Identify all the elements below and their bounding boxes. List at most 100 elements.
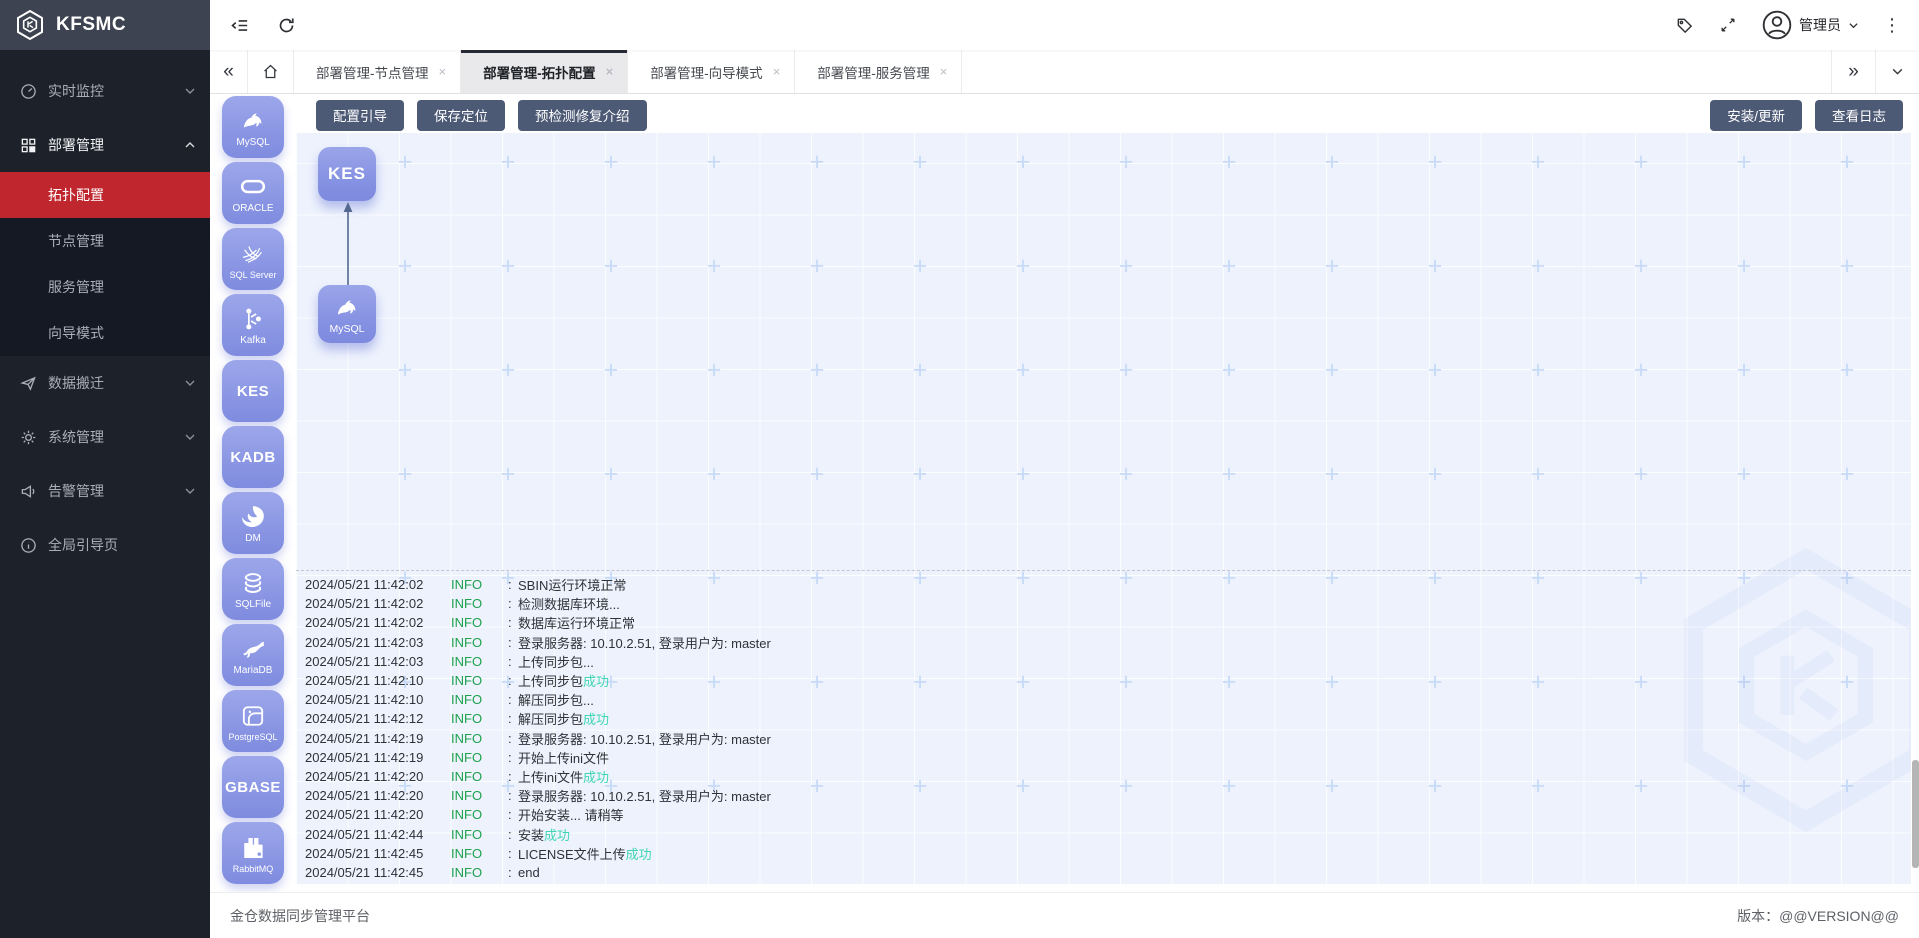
sidebar-item-5[interactable]: 全局引导页: [0, 518, 210, 572]
sidebar-item-0[interactable]: 实时监控: [0, 64, 210, 118]
sidebar-subitem-向导模式[interactable]: 向导模式: [0, 310, 210, 356]
grid-cross-icon: +: [500, 252, 516, 280]
palette-item-KADB[interactable]: KADB: [222, 426, 284, 488]
tabs-scroll-right-icon[interactable]: »: [1831, 50, 1875, 93]
kfsmc-hexagon-logo-icon: [17, 9, 43, 41]
tabbar: « 部署管理-节点管理 × 部署管理-拓扑配置 × 部署管理-向导模式 × 部署…: [210, 50, 1919, 94]
log-separator: :: [508, 749, 512, 765]
sidebar-item-4[interactable]: 告警管理: [0, 464, 210, 518]
install-log-panel[interactable]: 2024/05/21 11:42:02 INFO : SBIN运行环境正常 20…: [296, 570, 1911, 885]
no-icon: [184, 539, 196, 551]
log-time: 2024/05/21 11:42:02: [305, 596, 424, 612]
palette-item-GBASE[interactable]: GBASE: [222, 756, 284, 818]
node-label: MySQL: [329, 323, 365, 335]
sidebar-submenu: 拓扑配置 节点管理 服务管理 向导模式: [0, 172, 210, 356]
log-separator: :: [508, 634, 512, 650]
palette-item-ORACLE[interactable]: ORACLE: [222, 162, 284, 224]
log-level: INFO: [451, 577, 483, 593]
toolbar-left-group: 配置引导 保存定位 预检测修复介绍: [316, 99, 647, 131]
palette-item-MariaDB[interactable]: MariaDB: [222, 624, 284, 686]
toolbar-button-保存定位[interactable]: 保存定位: [417, 99, 505, 131]
grid-cross-icon: +: [1839, 252, 1855, 280]
toolbar-button-安装/更新[interactable]: 安装/更新: [1710, 99, 1802, 131]
info-circle-icon: [20, 537, 37, 554]
toolbar-button-配置引导[interactable]: 配置引导: [316, 99, 404, 131]
edge-mysql-to-kes[interactable]: [341, 201, 355, 285]
refresh-icon[interactable]: [276, 15, 296, 35]
log-message: 安装: [518, 827, 545, 843]
sidebar-item-1[interactable]: 部署管理: [0, 118, 210, 172]
log-row: 2024/05/21 11:42:12 INFO : 解压同步包 成功: [305, 709, 1911, 728]
grid-cross-icon: +: [1633, 148, 1649, 176]
log-row: 2024/05/21 11:42:20 INFO : 开始安装... 请稍等: [305, 805, 1911, 824]
palette-item-SQL Server[interactable]: SQL Server: [222, 228, 284, 290]
palette-item-Kafka[interactable]: Kafka: [222, 294, 284, 356]
toolbar-button-查看日志[interactable]: 查看日志: [1815, 99, 1903, 131]
deploy-grid-icon: [20, 137, 37, 154]
close-icon[interactable]: ×: [439, 64, 447, 79]
canvas-node-kes[interactable]: KES: [318, 147, 376, 201]
log-row: 2024/05/21 11:42:19 INFO : 登录服务器: 10.10.…: [305, 729, 1911, 748]
sidebar-item-3[interactable]: 系统管理: [0, 410, 210, 464]
chevron-down-icon: [184, 85, 196, 97]
log-row: 2024/05/21 11:42:03 INFO : 上传同步包...: [305, 652, 1911, 671]
log-success-word: 成功: [625, 846, 652, 862]
app-logo[interactable]: KFSMC: [0, 0, 210, 50]
more-options-icon[interactable]: ⋮: [1883, 16, 1901, 34]
grid-cross-icon: +: [912, 460, 928, 488]
log-time: 2024/05/21 11:42:02: [305, 615, 424, 631]
tab-部署管理-向导模式[interactable]: 部署管理-向导模式 ×: [628, 50, 796, 93]
palette-item-DM[interactable]: DM: [222, 492, 284, 554]
app-title: KFSMC: [56, 14, 127, 35]
palette-item-RabbitMQ[interactable]: RabbitMQ: [222, 822, 284, 884]
avatar: [1762, 10, 1792, 40]
grid-cross-icon: +: [603, 252, 619, 280]
log-level: INFO: [451, 615, 483, 631]
sidebar-collapse-icon[interactable]: [230, 15, 250, 35]
log-time: 2024/05/21 11:42:20: [305, 807, 424, 823]
sidebar-item-2[interactable]: 数据搬迁: [0, 356, 210, 410]
sidebar-nav: 实时监控 部署管理 拓扑配置 节点管理 服务管理 向导模式 数据搬迁 系统管理 …: [0, 50, 210, 572]
log-separator: :: [508, 768, 512, 784]
log-level: INFO: [451, 653, 483, 669]
canvas-node-mysql[interactable]: MySQL: [318, 285, 376, 343]
log-message: 数据库运行环境正常: [518, 616, 636, 632]
close-icon[interactable]: ×: [940, 64, 948, 79]
home-tab-icon[interactable]: [248, 50, 294, 93]
tabs-dropdown-icon[interactable]: [1875, 50, 1919, 93]
grid-cross-icon: +: [809, 356, 825, 384]
user-menu[interactable]: 管理员: [1762, 10, 1859, 40]
grid-cross-icon: +: [706, 460, 722, 488]
palette-item-SQLFile[interactable]: SQLFile: [222, 558, 284, 620]
palette-item-KES[interactable]: KES: [222, 360, 284, 422]
log-time: 2024/05/21 11:42:12: [305, 711, 424, 727]
grid-cross-icon: +: [603, 460, 619, 488]
sidebar-subitem-拓扑配置[interactable]: 拓扑配置: [0, 172, 210, 218]
oracle-icon: [238, 172, 268, 202]
palette-item-PostgreSQL[interactable]: PostgreSQL: [222, 690, 284, 752]
grid-cross-icon: +: [1221, 148, 1237, 176]
sidebar-subitem-服务管理[interactable]: 服务管理: [0, 264, 210, 310]
chevron-down-icon: [184, 377, 196, 389]
close-icon[interactable]: ×: [606, 64, 614, 79]
log-level: INFO: [451, 788, 483, 804]
db-palette: MySQL ORACLE SQL Server Kafka KES KADB D…: [210, 94, 296, 892]
tab-部署管理-节点管理[interactable]: 部署管理-节点管理 ×: [294, 50, 462, 93]
tab-部署管理-服务管理[interactable]: 部署管理-服务管理 ×: [795, 50, 963, 93]
topology-canvas[interactable]: + + + + + + + + + + + + + + + + + + + + + + + + + + + + + + + + + + + + + + + +…: [296, 133, 1911, 885]
tag-icon[interactable]: [1674, 15, 1694, 35]
toolbar-button-预检测修复介绍[interactable]: 预检测修复介绍: [518, 99, 647, 131]
log-time: 2024/05/21 11:42:44: [305, 826, 424, 842]
tab-部署管理-拓扑配置[interactable]: 部署管理-拓扑配置 ×: [461, 50, 629, 93]
log-time: 2024/05/21 11:42:45: [305, 864, 424, 880]
log-message: 登录服务器: 10.10.2.51, 登录用户为: master: [518, 789, 771, 805]
palette-item-MySQL[interactable]: MySQL: [222, 96, 284, 158]
vertical-scrollbar[interactable]: [1912, 760, 1919, 868]
log-row: 2024/05/21 11:42:45 INFO : LICENSE文件上传 成…: [305, 844, 1911, 863]
fullscreen-icon[interactable]: [1718, 15, 1738, 35]
tabs-scroll-left-icon[interactable]: «: [210, 50, 248, 93]
close-icon[interactable]: ×: [773, 64, 781, 79]
log-row: 2024/05/21 11:42:02 INFO : 数据库运行环境正常: [305, 613, 1911, 632]
sidebar-subitem-节点管理[interactable]: 节点管理: [0, 218, 210, 264]
grid-cross-icon: +: [500, 460, 516, 488]
